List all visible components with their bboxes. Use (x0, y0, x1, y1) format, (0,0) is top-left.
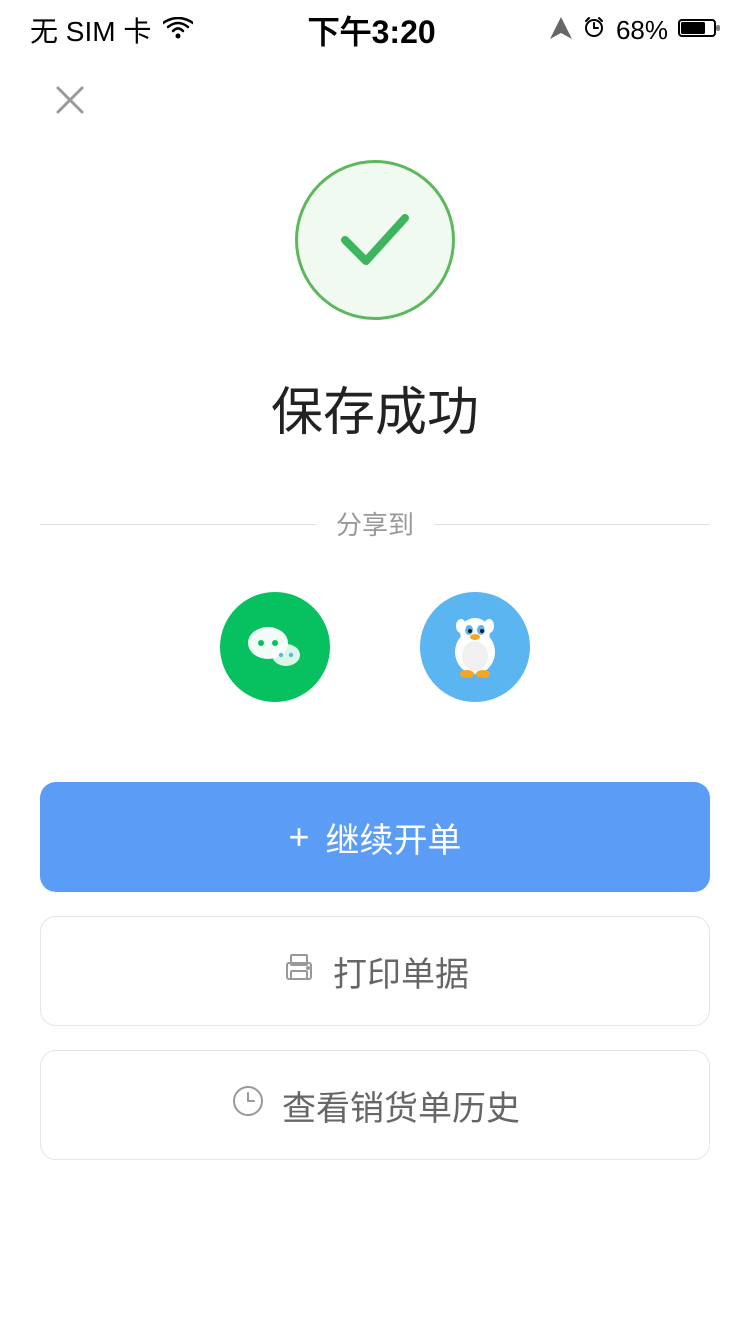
checkmark-icon (330, 193, 420, 288)
share-divider: 分享到 (0, 505, 750, 542)
status-left: 无 SIM 卡 (30, 10, 193, 50)
main-content: 保存成功 分享到 (0, 60, 750, 1160)
qq-share-button[interactable] (420, 592, 530, 702)
location-icon (550, 15, 572, 46)
continue-button[interactable]: + 继续开单 (40, 782, 710, 892)
print-icon (281, 949, 317, 994)
action-buttons: + 继续开单 打印单据 查看销货单历史 (0, 782, 750, 1160)
close-button[interactable] (40, 70, 100, 130)
history-button[interactable]: 查看销货单历史 (40, 1050, 710, 1160)
history-label: 查看销货单历史 (282, 1081, 520, 1130)
wechat-share-button[interactable] (220, 592, 330, 702)
success-circle (295, 160, 455, 320)
status-right: 68% (550, 15, 720, 46)
battery-text: 68% (616, 15, 668, 46)
status-bar: 无 SIM 卡 下午3:20 68 (0, 0, 750, 60)
share-icons (0, 592, 750, 702)
no-sim-text: 无 SIM 卡 (30, 10, 151, 50)
print-button[interactable]: 打印单据 (40, 916, 710, 1026)
share-section: 分享到 (0, 505, 750, 702)
status-time: 下午3:20 (308, 7, 436, 53)
battery-icon (678, 15, 720, 46)
history-icon (230, 1083, 266, 1128)
continue-label: 继续开单 (326, 813, 462, 862)
plus-icon: + (288, 816, 309, 858)
print-label: 打印单据 (333, 947, 469, 996)
alarm-icon (582, 15, 606, 46)
wifi-icon (163, 14, 193, 46)
share-label: 分享到 (316, 505, 434, 542)
success-title: 保存成功 (271, 370, 479, 445)
